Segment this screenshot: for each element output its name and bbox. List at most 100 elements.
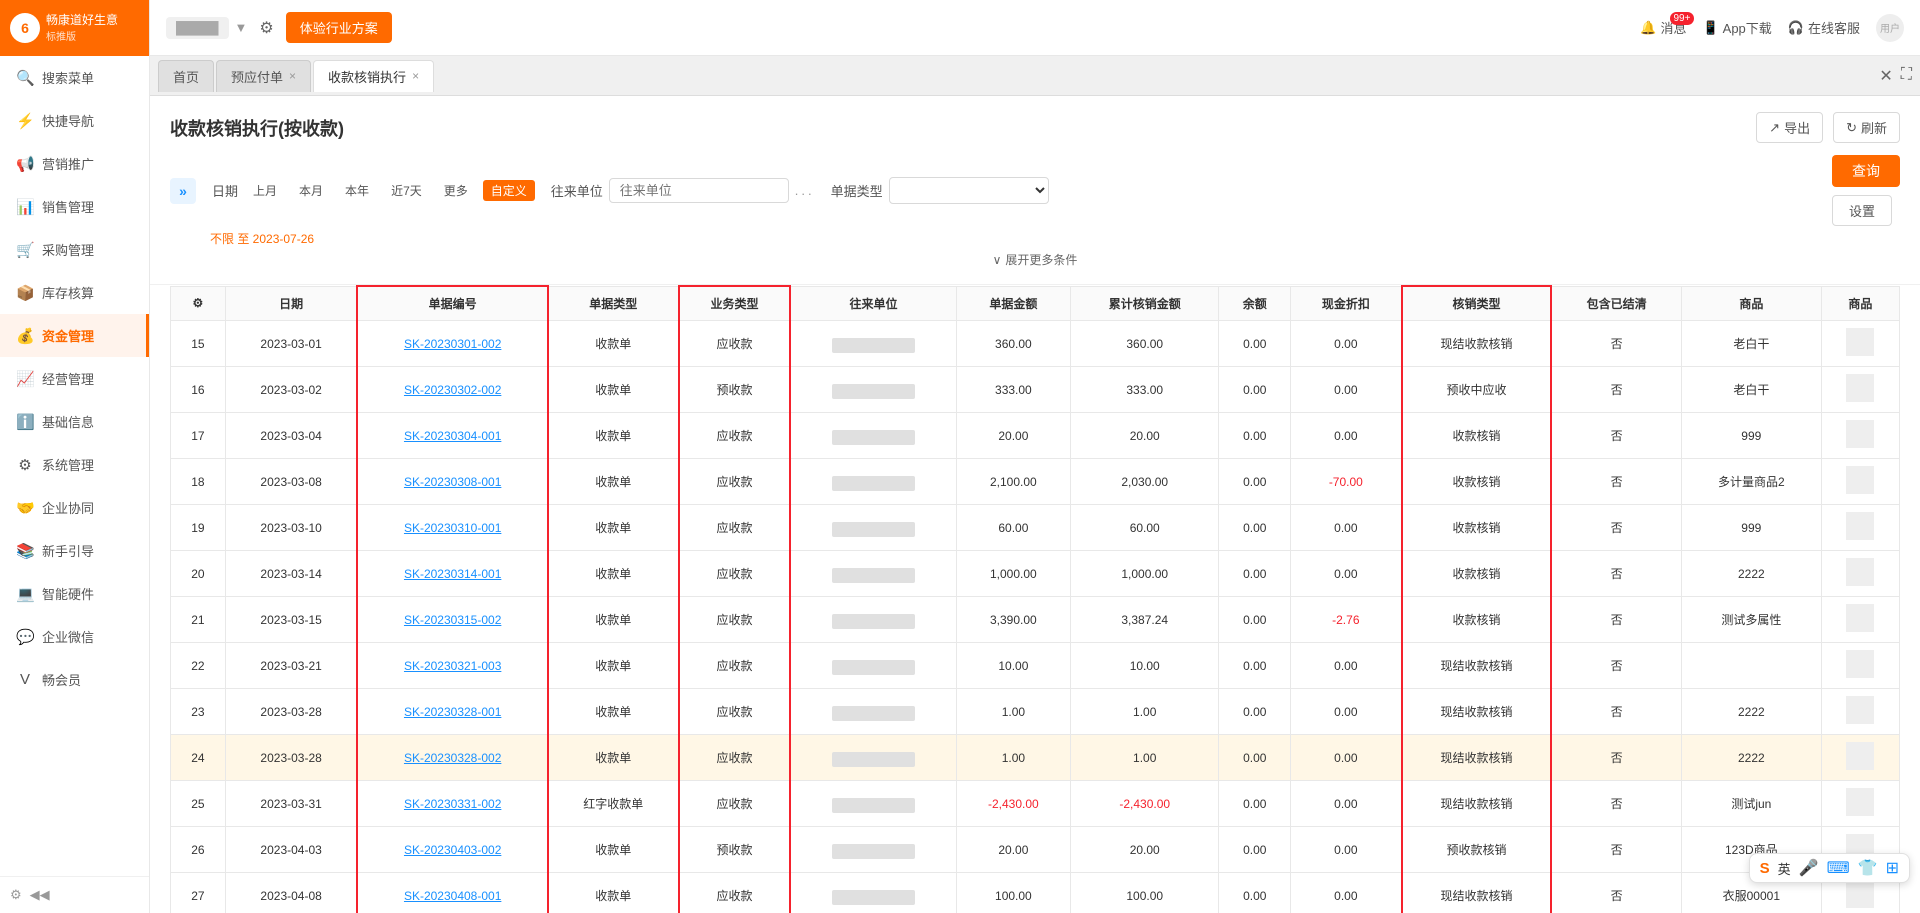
- grid-icon[interactable]: ⊞: [1886, 858, 1899, 878]
- workspace-selector[interactable]: █████ ▼: [166, 17, 247, 39]
- table-cell-5: ██████: [790, 367, 956, 413]
- notify-badge: 99+: [1670, 12, 1695, 25]
- doc-link[interactable]: SK-20230408-001: [404, 889, 501, 903]
- shirt-icon[interactable]: 👕: [1858, 858, 1878, 878]
- date-btn-上月[interactable]: 上月: [244, 179, 286, 202]
- doc-link[interactable]: SK-20230403-002: [404, 843, 501, 857]
- table-row[interactable]: 212023-03-15SK-20230315-002收款单应收款██████3…: [171, 597, 1900, 643]
- date-btn-本年[interactable]: 本年: [336, 179, 378, 202]
- date-custom-button[interactable]: 自定义: [483, 180, 535, 201]
- doc-link[interactable]: SK-20230328-001: [404, 705, 501, 719]
- sidebar-item-智能硬件[interactable]: 💻智能硬件: [0, 572, 149, 615]
- maximize-tab-icon[interactable]: ⛶: [1901, 66, 1912, 86]
- content-area: 收款核销执行(按收款) ↗ 导出 ↻ 刷新 » 日期 上月本月本年近7天更多: [150, 96, 1920, 913]
- table-cell-8: 0.00: [1219, 643, 1291, 689]
- sidebar-item-畅会员[interactable]: V畅会员: [0, 658, 149, 701]
- doc-link[interactable]: SK-20230302-002: [404, 383, 501, 397]
- sidebar-item-企业协同[interactable]: 🤝企业协同: [0, 486, 149, 529]
- solution-button[interactable]: 体验行业方案: [286, 12, 392, 43]
- tab-close-icon[interactable]: ×: [289, 69, 296, 83]
- filter-setting-button[interactable]: 设置: [1832, 195, 1892, 226]
- date-btn-更多[interactable]: 更多: [435, 179, 477, 202]
- sidebar-item-新手引导[interactable]: 📚新手引导: [0, 529, 149, 572]
- doctype-select[interactable]: [889, 177, 1049, 204]
- table-row[interactable]: 242023-03-28SK-20230328-002收款单应收款██████1…: [171, 735, 1900, 781]
- table-row[interactable]: 152023-03-01SK-20230301-002收款单应收款██████3…: [171, 321, 1900, 367]
- sidebar-item-采购管理[interactable]: 🛒采购管理: [0, 228, 149, 271]
- filter-toggle-button[interactable]: »: [170, 178, 196, 204]
- table-cell-0: 16: [171, 367, 226, 413]
- table-row[interactable]: 182023-03-08SK-20230308-001收款单应收款██████2…: [171, 459, 1900, 505]
- export-button[interactable]: ↗ 导出: [1756, 112, 1823, 143]
- doc-link[interactable]: SK-20230301-002: [404, 337, 501, 351]
- table-cell-8: 0.00: [1219, 459, 1291, 505]
- table-cell-3: 收款单: [548, 321, 679, 367]
- tab-0[interactable]: 首页: [158, 60, 214, 92]
- sidebar-item-经营管理[interactable]: 📈经营管理: [0, 357, 149, 400]
- table-cell-11: 否: [1551, 367, 1681, 413]
- sidebar-item-搜索菜单[interactable]: 🔍搜索菜单: [0, 56, 149, 99]
- table-cell-9: 0.00: [1291, 781, 1402, 827]
- query-button[interactable]: 查询: [1832, 155, 1900, 187]
- doc-link[interactable]: SK-20230321-003: [404, 659, 501, 673]
- sidebar-item-基础信息[interactable]: ℹ️基础信息: [0, 400, 149, 443]
- col-header-5: 往来单位: [790, 286, 956, 321]
- table-cell-5: ██████: [790, 643, 956, 689]
- table-row[interactable]: 222023-03-21SK-20230321-003收款单应收款██████1…: [171, 643, 1900, 689]
- partner-input[interactable]: [609, 178, 789, 203]
- sidebar-item-企业微信[interactable]: 💬企业微信: [0, 615, 149, 658]
- tab-2[interactable]: 收款核销执行×: [313, 60, 434, 92]
- collapse-icon[interactable]: ◀◀: [30, 887, 50, 903]
- table-cell-7: 1.00: [1071, 735, 1219, 781]
- date-btn-近7天[interactable]: 近7天: [382, 179, 431, 202]
- app-download-button[interactable]: 📱 App下载: [1702, 18, 1771, 37]
- tab-close-icon[interactable]: ×: [412, 69, 419, 83]
- table-cell-1: 2023-03-08: [225, 459, 357, 505]
- table-cell-4: 应收款: [679, 321, 791, 367]
- table-row[interactable]: 192023-03-10SK-20230310-001收款单应收款██████6…: [171, 505, 1900, 551]
- table-cell-1: 2023-03-28: [225, 689, 357, 735]
- sidebar-item-快捷导航[interactable]: ⚡快捷导航: [0, 99, 149, 142]
- table-row[interactable]: 172023-03-04SK-20230304-001收款单应收款██████2…: [171, 413, 1900, 459]
- notify-button[interactable]: 🔔 消息 99+: [1640, 18, 1686, 37]
- doc-link[interactable]: SK-20230315-002: [404, 613, 501, 627]
- table-row[interactable]: 252023-03-31SK-20230331-002红字收款单应收款█████…: [171, 781, 1900, 827]
- doc-link[interactable]: SK-20230328-002: [404, 751, 501, 765]
- table-row[interactable]: 202023-03-14SK-20230314-001收款单应收款██████1…: [171, 551, 1900, 597]
- topbar-gear-icon[interactable]: ⚙: [259, 18, 273, 38]
- table-cell-6: 60.00: [956, 505, 1070, 551]
- refresh-button[interactable]: ↻ 刷新: [1833, 112, 1900, 143]
- doc-link[interactable]: SK-20230304-001: [404, 429, 501, 443]
- sidebar-item-库存核算[interactable]: 📦库存核算: [0, 271, 149, 314]
- keyboard-icon[interactable]: ⌨: [1827, 858, 1850, 878]
- service-button[interactable]: 🎧 在线客服: [1788, 18, 1860, 37]
- doc-link[interactable]: SK-20230310-001: [404, 521, 501, 535]
- date-buttons: 上月本月本年近7天更多: [244, 179, 477, 202]
- user-avatar[interactable]: 用户: [1876, 14, 1904, 42]
- table-row[interactable]: 232023-03-28SK-20230328-001收款单应收款██████1…: [171, 689, 1900, 735]
- sidebar-item-资金管理[interactable]: 💰资金管理: [0, 314, 149, 357]
- table-cell-3: 收款单: [548, 689, 679, 735]
- date-btn-本月[interactable]: 本月: [290, 179, 332, 202]
- tab-1[interactable]: 预应付单×: [216, 60, 311, 92]
- table-row[interactable]: 262023-04-03SK-20230403-002收款单预收款██████2…: [171, 827, 1900, 873]
- col-settings-icon[interactable]: ⚙: [193, 296, 204, 310]
- doc-link[interactable]: SK-20230308-001: [404, 475, 501, 489]
- sidebar-item-销售管理[interactable]: 📊销售管理: [0, 185, 149, 228]
- table-cell-9: -70.00: [1291, 459, 1402, 505]
- table-cell-7: 100.00: [1071, 873, 1219, 913]
- table-row[interactable]: 272023-04-08SK-20230408-001收款单应收款██████1…: [171, 873, 1900, 913]
- mic-icon[interactable]: 🎤: [1799, 858, 1819, 878]
- sidebar-item-营销推广[interactable]: 📢营销推广: [0, 142, 149, 185]
- table-row[interactable]: 162023-03-02SK-20230302-002收款单预收款██████3…: [171, 367, 1900, 413]
- close-tab-icon[interactable]: ✕: [1879, 66, 1892, 86]
- expand-more-button[interactable]: ∨ 展开更多条件: [170, 247, 1900, 272]
- table-cell-11: 否: [1551, 459, 1681, 505]
- table-cell-9: 0.00: [1291, 735, 1402, 781]
- doc-link[interactable]: SK-20230331-002: [404, 797, 501, 811]
- sidebar-item-系统管理[interactable]: ⚙系统管理: [0, 443, 149, 486]
- table-cell-5: ██████: [790, 505, 956, 551]
- settings-bottom-icon[interactable]: ⚙: [10, 887, 22, 903]
- table-cell-4: 应收款: [679, 413, 791, 459]
- doc-link[interactable]: SK-20230314-001: [404, 567, 501, 581]
